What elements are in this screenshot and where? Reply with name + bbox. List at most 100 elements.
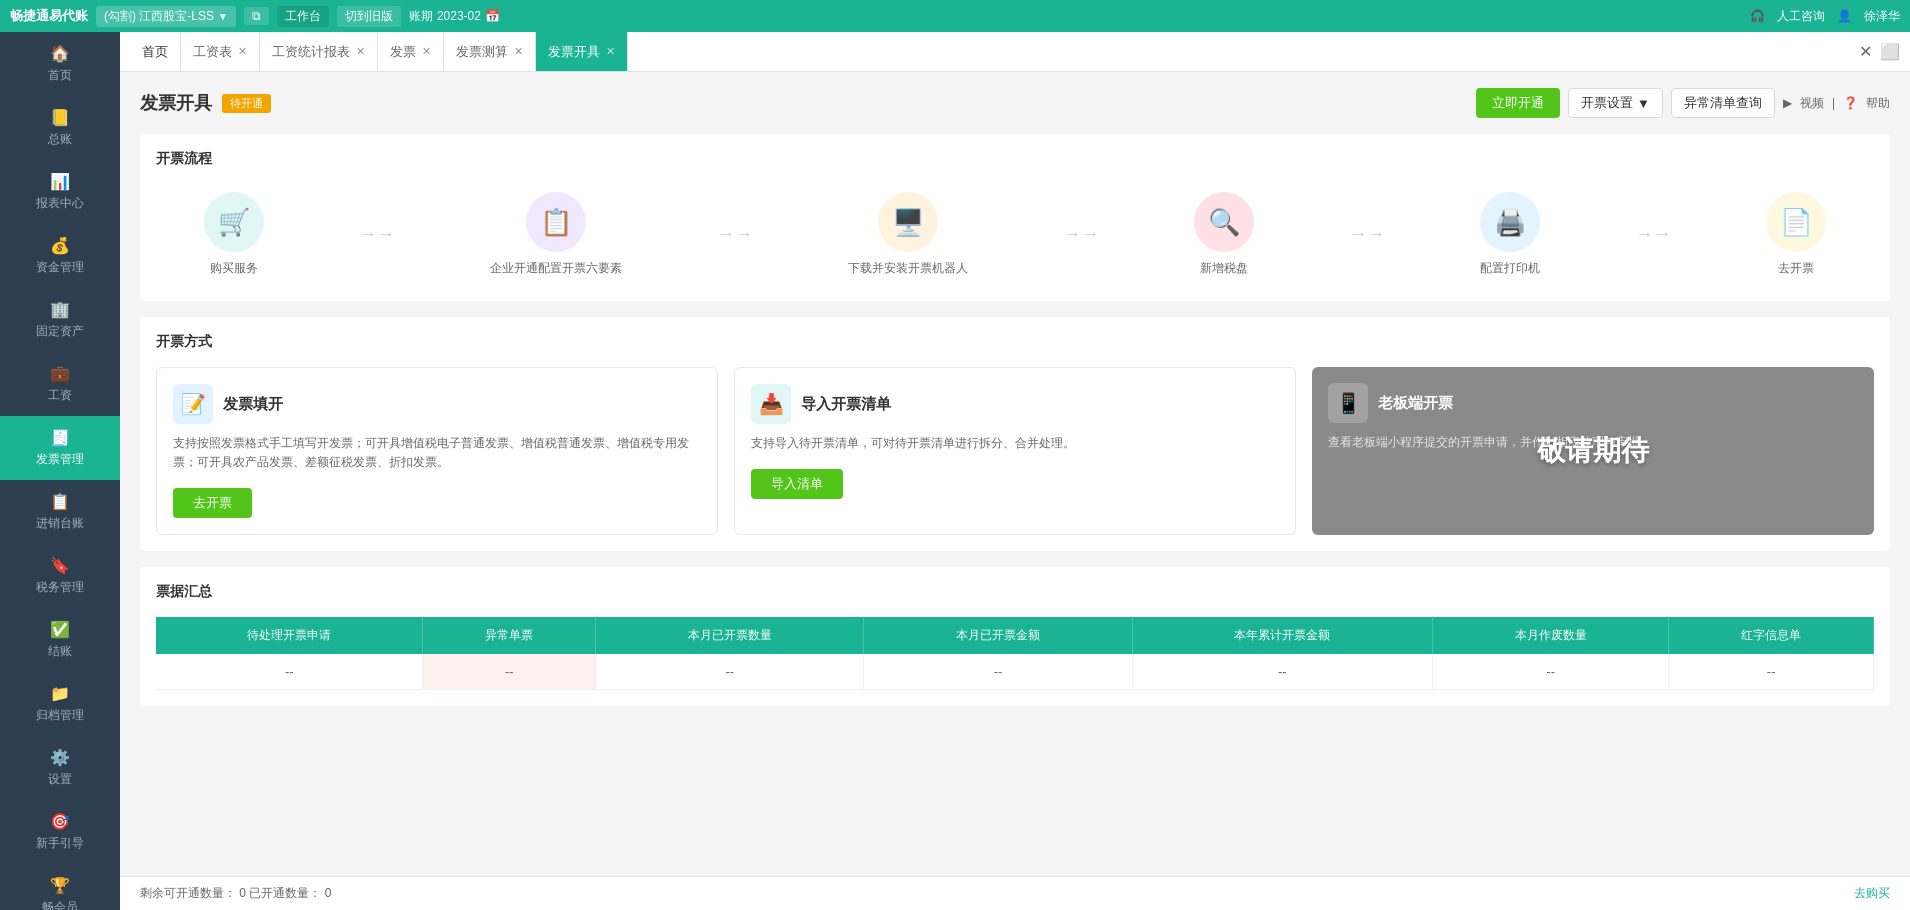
sidebar-item-member[interactable]: 🏆畅会员 [0,864,120,910]
page-header: 发票开具 待开通 立即开通 开票设置 ▼ 异常清单查询 ▶ 视频 | ❓ [140,88,1890,118]
go-issue-button[interactable]: 去开票 [173,488,252,518]
sidebar-item-assets[interactable]: 🏢固定资产 [0,288,120,352]
sidebar-item-invoice[interactable]: 🧾发票管理 [0,416,120,480]
summary-section: 票据汇总 待处理开票申请 异常单票 本月已开票数量 本月已开票金额 本年累计开票… [140,567,1890,706]
cell-void-count: -- [1432,654,1668,690]
tab-invoice-calc-label: 发票测算 [456,43,508,61]
methods-section-title: 开票方式 [156,333,1874,351]
table-row: -- -- -- -- -- -- -- [156,654,1874,690]
tab-invoice-tool-label: 发票开具 [548,43,600,61]
video-icon: ▶ [1783,96,1792,110]
sidebar-item-salary[interactable]: 💼工资 [0,352,120,416]
restore-tab-button[interactable]: ⬜ [1880,42,1900,61]
help-label[interactable]: 帮助 [1866,95,1890,112]
ledger-icon: 📒 [50,108,70,127]
chevron-down-icon: ▼ [1637,96,1650,111]
sidebar-item-home[interactable]: 🏠首页 [0,32,120,96]
newbie-icon: 🎯 [50,812,70,831]
service-label[interactable]: 人工咨询 [1777,8,1825,25]
method-header-boss: 📱 老板端开票 [1328,383,1858,423]
user-name[interactable]: 徐泽华 [1864,8,1900,25]
close-icon[interactable]: ✕ [238,45,247,58]
sidebar-label: 新手引导 [36,835,84,852]
cell-annual-amount: -- [1132,654,1432,690]
issue-invoice-icon: 📄 [1766,192,1826,252]
close-icon[interactable]: ✕ [514,45,523,58]
assets-icon: 🏢 [50,300,70,319]
flow-step-issue[interactable]: 📄 去开票 [1766,192,1826,277]
sidebar-item-newbie[interactable]: 🎯 新手引导 [0,800,120,864]
download-robot-icon: 🖥️ [878,192,938,252]
config-printer-label: 配置打印机 [1480,260,1540,277]
company-selector[interactable]: (勾割) 江西股宝-LSS ▼ [96,6,236,27]
flow-section-title: 开票流程 [156,150,1874,168]
sidebar-item-purchase[interactable]: 📋进销台账 [0,480,120,544]
sidebar-label: 结账 [48,643,72,660]
switch-old-button[interactable]: 切到旧版 [337,6,401,27]
purchase-icon: 📋 [50,492,70,511]
close-icon[interactable]: ✕ [422,45,431,58]
workstation-button[interactable]: 工作台 [277,6,329,27]
tab-invoice[interactable]: 发票 ✕ [378,32,444,71]
sidebar-label: 设置 [48,771,72,788]
add-taxbox-icon: 🔍 [1194,192,1254,252]
arrow-icon: →→ [1063,224,1099,245]
tab-home[interactable]: 首页 [130,32,181,71]
tab-salary-report[interactable]: 工资统计报表 ✕ [260,32,378,71]
sidebar: 🏠首页 📒 总账 📊报表中心💰资金管理🏢固定资产💼工资🧾发票管理📋进销台账 🔖 税务管理 ✅… [0,32,120,910]
flow-steps: 🛒 购买服务 →→ 📋 企业开通配置开票六要素 →→ 🖥️ 下载并安装开票机器人… [156,184,1874,285]
boss-title: 老板端开票 [1378,394,1453,413]
open-now-button[interactable]: 立即开通 [1476,88,1560,118]
close-icon[interactable]: ✕ [606,45,615,58]
coming-soon-text: 敬请期待 [1537,432,1649,470]
arrow-icon: →→ [1635,224,1671,245]
sidebar-item-tax[interactable]: 🔖 税务管理 [0,544,120,608]
open-settings-label: 开票设置 [1581,94,1633,112]
tab-invoice-calc[interactable]: 发票测算 ✕ [444,32,536,71]
close-icon[interactable]: ✕ [356,45,365,58]
flow-step-printer[interactable]: 🖨️ 配置打印机 [1480,192,1540,277]
service-icon: 🎧 [1750,9,1765,23]
video-label[interactable]: 视频 [1800,95,1824,112]
sidebar-item-settings[interactable]: ⚙️设置 [0,736,120,800]
flow-step-download[interactable]: 🖥️ 下载并安装开票机器人 [848,192,968,277]
method-card-import: 📥 导入开票清单 支持导入待开票清单，可对待开票清单进行拆分、合并处理。 导入清… [734,367,1296,535]
sidebar-item-ledger[interactable]: 📒 总账 [0,96,120,160]
sidebar-label: 税务管理 [36,579,84,596]
boss-invoice-icon: 📱 [1328,383,1368,423]
col-pending: 待处理开票申请 [156,617,423,654]
tab-home-label: 首页 [142,43,168,61]
user-avatar-icon: 👤 [1837,9,1852,23]
close-tab-button[interactable]: ✕ [1859,42,1872,61]
buy-service-icon: 🛒 [204,192,264,252]
sidebar-item-reports[interactable]: 📊报表中心 [0,160,120,224]
sidebar-item-archive[interactable]: 📁归档管理 [0,672,120,736]
buy-link[interactable]: 去购买 [1854,885,1890,902]
period-value: 2023-02 [437,9,481,23]
tax-icon: 🔖 [50,556,70,575]
sidebar-label: 归档管理 [36,707,84,724]
sidebar-label: 总账 [48,131,72,148]
sidebar-item-settlement[interactable]: ✅结账 [0,608,120,672]
cell-monthly-count: -- [596,654,864,690]
flow-step-taxbox[interactable]: 🔍 新增税盘 [1194,192,1254,277]
col-monthly-amount: 本月已开票金额 [864,617,1132,654]
tab-invoice-tool[interactable]: 发票开具 ✕ [536,32,628,71]
sidebar-item-funds[interactable]: 💰资金管理 [0,224,120,288]
flow-step-buy[interactable]: 🛒 购买服务 [204,192,264,277]
arrow-icon: →→ [717,224,753,245]
open-settings-button[interactable]: 开票设置 ▼ [1568,88,1663,118]
flow-step-company[interactable]: 📋 企业开通配置开票六要素 [490,192,622,277]
summary-section-title: 票据汇总 [156,583,1874,601]
arrow-icon: →→ [1349,224,1385,245]
company-config-label: 企业开通配置开票六要素 [490,260,622,277]
import-list-button[interactable]: 导入清单 [751,469,843,499]
tab-salary-table[interactable]: 工资表 ✕ [181,32,260,71]
copy-icon[interactable]: ⧉ [244,7,269,25]
calendar-icon[interactable]: 📅 [485,9,500,23]
cell-monthly-amount: -- [864,654,1132,690]
download-robot-label: 下载并安装开票机器人 [848,260,968,277]
bottom-bar: 剩余可开通数量： 0 已开通数量： 0 去购买 [120,876,1910,910]
exception-query-button[interactable]: 异常清单查询 [1671,88,1775,118]
app-logo: 畅捷通易代账 [10,7,88,25]
